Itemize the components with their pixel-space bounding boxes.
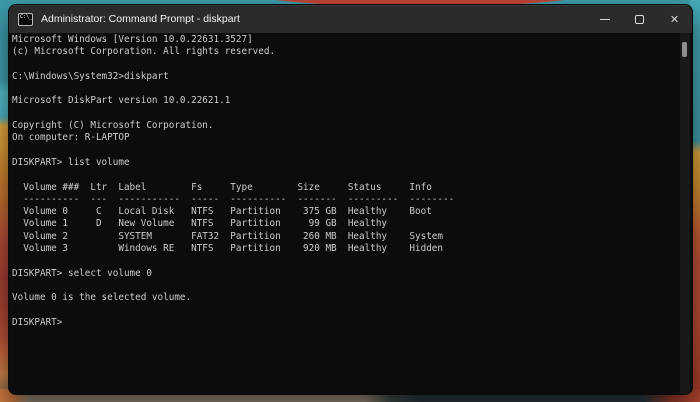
terminal-line: On computer: R-LAPTOP xyxy=(12,132,130,144)
terminal-line: DISKPART> list volume xyxy=(12,156,130,168)
terminal-output: Microsoft Windows [Version 10.0.22631.35… xyxy=(12,34,678,329)
terminal-line: Volume 0 is the selected volume. xyxy=(12,292,192,304)
terminal-line: (c) Microsoft Corporation. All rights re… xyxy=(12,46,276,58)
cmd-icon[interactable]: C:\_ xyxy=(18,12,33,26)
close-button[interactable]: ✕ xyxy=(657,5,692,33)
terminal-line: Volume 1 D New Volume NTFS Partition 99 … xyxy=(12,218,388,230)
window-controls: ✕ xyxy=(587,5,692,33)
terminal-line: Volume 2 SYSTEM FAT32 Partition 260 MB H… xyxy=(12,230,443,242)
terminal-line: ---------- --- ----------- ----- -------… xyxy=(12,193,455,205)
scrollbar-thumb[interactable] xyxy=(682,42,687,57)
console-area[interactable]: Microsoft Windows [Version 10.0.22631.35… xyxy=(9,33,692,394)
terminal-line: Volume 0 C Local Disk NTFS Partition 375… xyxy=(12,206,432,218)
terminal-line: Volume ### Ltr Label Fs Type Size Status… xyxy=(12,181,432,193)
minimize-button[interactable] xyxy=(587,5,622,33)
minimize-icon xyxy=(599,18,610,20)
terminal-line: Microsoft DiskPart version 10.0.22621.1 xyxy=(12,95,231,107)
terminal-line: Volume 3 Windows RE NTFS Partition 920 M… xyxy=(12,243,443,255)
window-title: Administrator: Command Prompt - diskpart xyxy=(41,13,240,25)
terminal-line: DISKPART> select volume 0 xyxy=(12,267,152,279)
maximize-icon xyxy=(635,14,644,24)
terminal-line: DISKPART> xyxy=(12,316,63,328)
scrollbar-track[interactable] xyxy=(680,33,690,394)
maximize-button[interactable] xyxy=(622,5,657,33)
terminal-line: Microsoft Windows [Version 10.0.22631.35… xyxy=(12,34,253,45)
titlebar[interactable]: C:\_ Administrator: Command Prompt - dis… xyxy=(9,5,692,33)
terminal-window: C:\_ Administrator: Command Prompt - dis… xyxy=(8,4,693,395)
close-icon: ✕ xyxy=(669,12,680,26)
terminal-line: Copyright (C) Microsoft Corporation. xyxy=(12,120,214,132)
terminal-line: C:\Windows\System32>diskpart xyxy=(12,70,169,82)
